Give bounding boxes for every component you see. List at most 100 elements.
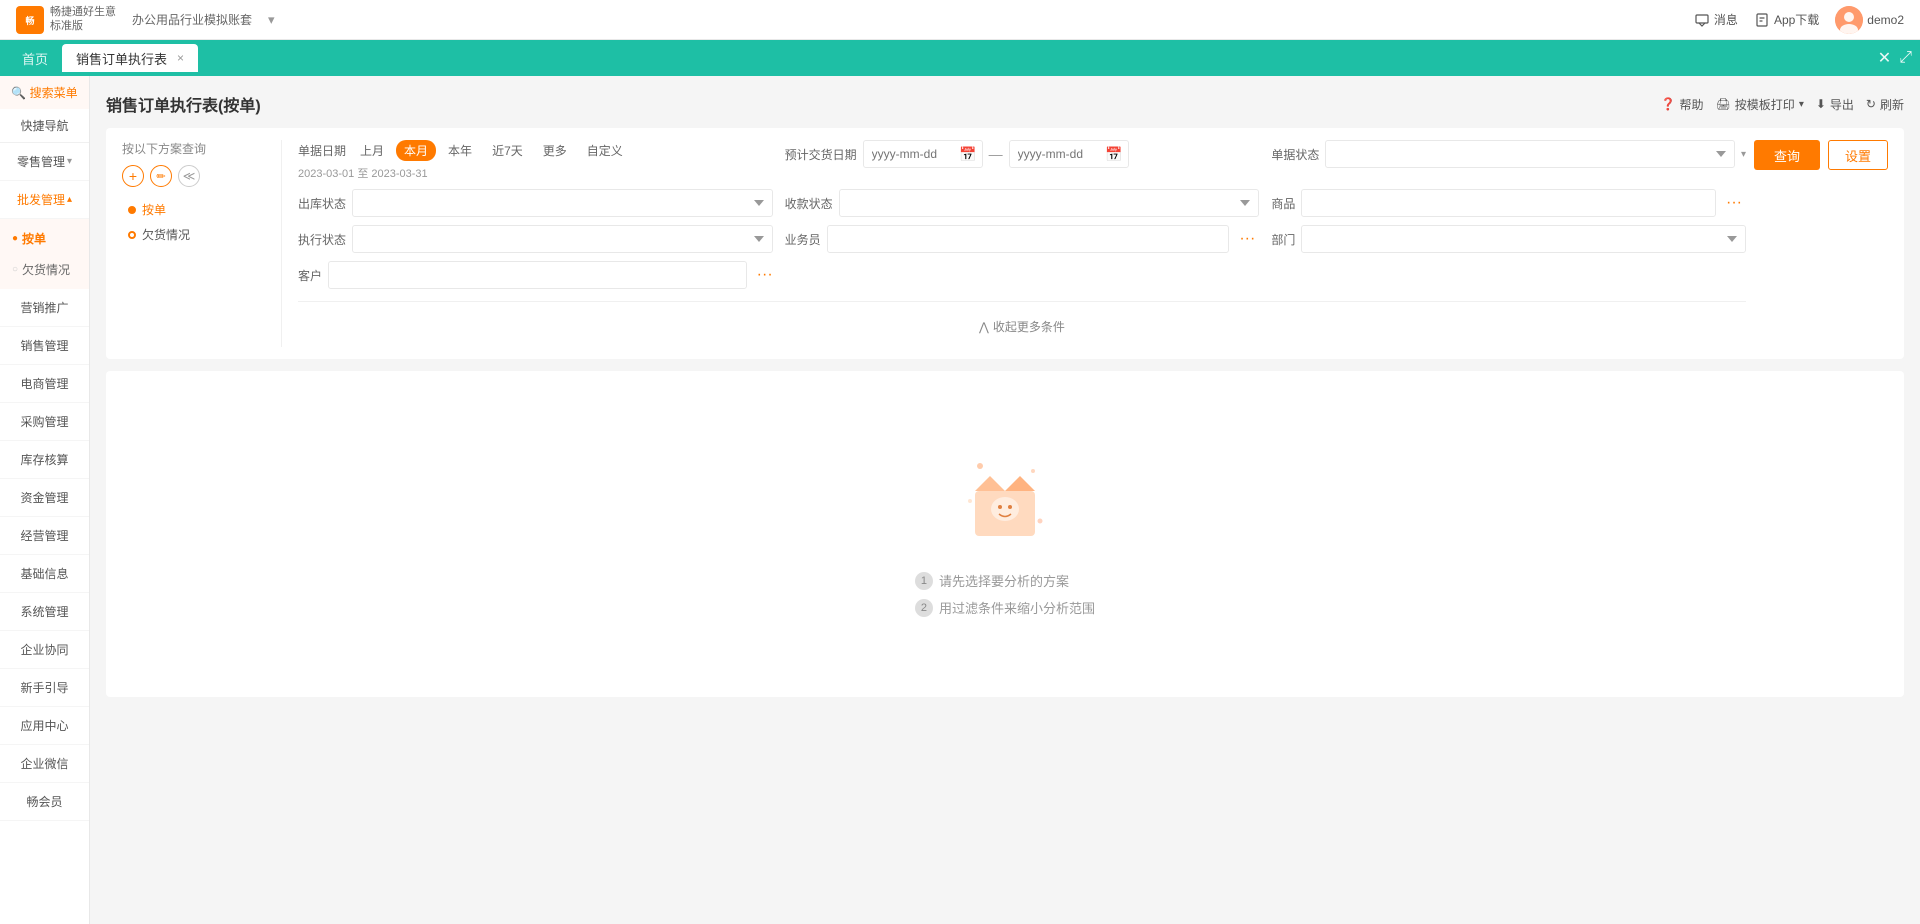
sidebar-item-marketing[interactable]: 营销推广: [0, 289, 89, 327]
scheme-option-backorder[interactable]: 欠货情况: [122, 222, 269, 247]
sub-sidebar: ● 按单 ○ 欠货情况: [0, 219, 89, 289]
tab-home[interactable]: 首页: [8, 44, 62, 72]
sidebar-item-inventory[interactable]: 库存核算: [0, 441, 89, 479]
expected-date-end-wrap: 📅: [1009, 140, 1129, 168]
page-actions: ❓ 帮助 🖨 按模板打印 ▾ ⬇ 导出 ↻ 刷新: [1661, 96, 1904, 113]
sidebar-item-wechat[interactable]: 企业微信: [0, 745, 89, 783]
goods-more-icon[interactable]: ···: [1722, 194, 1746, 212]
execution-select[interactable]: [352, 225, 773, 253]
status-select[interactable]: [1325, 140, 1735, 168]
goods-input[interactable]: [1301, 189, 1716, 217]
sidebar-item-member-label: 畅会员: [26, 795, 62, 809]
filter-scheme-sidebar: 按以下方案查询 + ✏ ≪ 按单 欠货情况: [122, 140, 282, 347]
tab-bar: 首页 销售订单执行表 × ✕ ⤢: [0, 40, 1920, 76]
calendar-start-icon[interactable]: 📅: [959, 146, 976, 163]
tab-close-icon[interactable]: ×: [177, 51, 184, 65]
salesperson-input[interactable]: [827, 225, 1230, 253]
sidebar-item-ecommerce[interactable]: 电商管理: [0, 365, 89, 403]
sidebar-item-basic[interactable]: 基础信息: [0, 555, 89, 593]
date-tab-current-month[interactable]: 本月: [396, 140, 436, 161]
sidebar-search[interactable]: 🔍 搜索菜单: [0, 76, 89, 109]
expected-date-start-wrap: 📅: [863, 140, 983, 168]
sidebar-item-apps[interactable]: 应用中心: [0, 707, 89, 745]
customer-input[interactable]: [328, 261, 747, 289]
scheme-option-backorder-label: 欠货情况: [142, 226, 190, 243]
logo-line1: 畅捷通好生意: [50, 6, 116, 19]
sidebar-item-enterprise[interactable]: 企业协同: [0, 631, 89, 669]
dropdown-icon[interactable]: ▾: [268, 12, 275, 28]
chevron-up-icon: ▴: [67, 194, 72, 205]
outbound-select[interactable]: [352, 189, 773, 217]
avatar: [1835, 6, 1863, 34]
collapse-scheme-btn[interactable]: ≪: [178, 165, 200, 187]
date-tab-7days[interactable]: 近7天: [484, 140, 531, 161]
sidebar-shortcut[interactable]: 快捷导航: [0, 109, 89, 142]
customer-more-icon[interactable]: ···: [753, 266, 777, 284]
calendar-end-icon[interactable]: 📅: [1105, 146, 1122, 163]
add-scheme-btn[interactable]: +: [122, 165, 144, 187]
empty-tip-1: 1 请先选择要分析的方案: [915, 571, 1095, 590]
sub-item-order[interactable]: ● 按单: [0, 223, 89, 254]
sidebar-item-purchase-label: 采购管理: [20, 415, 68, 429]
sidebar-item-system-label: 系统管理: [20, 605, 68, 619]
date-tab-year[interactable]: 本年: [440, 140, 480, 161]
sub-item-backorder[interactable]: ○ 欠货情况: [0, 254, 89, 285]
date-tab-custom[interactable]: 自定义: [579, 140, 631, 161]
payment-select[interactable]: [839, 189, 1260, 217]
sidebar-item-wholesale[interactable]: 批发管理 ▴: [0, 181, 89, 219]
logo-area: 畅 畅捷通好生意 标准版: [16, 6, 116, 34]
empty-tip-1-text: 请先选择要分析的方案: [939, 571, 1069, 590]
tab-expand-btn[interactable]: ⤢: [1899, 49, 1912, 67]
user-area[interactable]: demo2: [1835, 6, 1904, 34]
sidebar-item-retail[interactable]: 零售管理 ▾: [0, 143, 89, 181]
scheme-option-order[interactable]: 按单: [122, 197, 269, 222]
export-btn[interactable]: ⬇ 导出: [1816, 96, 1854, 113]
sidebar-item-system[interactable]: 系统管理: [0, 593, 89, 631]
sidebar-item-wholesale-label: 批发管理: [17, 191, 65, 208]
export-icon: ⬇: [1816, 97, 1826, 111]
print-dropdown-icon: ▾: [1799, 99, 1804, 110]
sidebar-item-member[interactable]: 畅会员: [0, 783, 89, 821]
query-button[interactable]: 查询: [1754, 140, 1820, 170]
help-btn[interactable]: ❓ 帮助: [1661, 96, 1704, 113]
date-range-display: 2023-03-01 至 2023-03-31: [298, 165, 773, 181]
expected-date-field: 预计交货日期 📅 —: [785, 140, 1260, 172]
help-icon: ❓: [1661, 97, 1676, 111]
date-label: 单据日期: [298, 142, 346, 159]
edit-scheme-btn[interactable]: ✏: [150, 165, 172, 187]
settings-button[interactable]: 设置: [1828, 140, 1888, 170]
sidebar-item-ecommerce-label: 电商管理: [20, 377, 68, 391]
status-field: 单据状态 ▾: [1271, 140, 1746, 168]
sidebar-item-onboarding-label: 新手引导: [20, 681, 68, 695]
outbound-field: 出库状态: [298, 189, 773, 217]
sidebar-item-onboarding[interactable]: 新手引导: [0, 669, 89, 707]
main-content: 销售订单执行表(按单) ❓ 帮助 🖨 按模板打印 ▾ ⬇ 导出 ↻ 刷新: [90, 76, 1920, 924]
collapse-btn[interactable]: ⋀ 收起更多条件: [979, 310, 1065, 335]
sidebar-item-enterprise-label: 企业协同: [20, 643, 68, 657]
radio-filled-icon: ●: [12, 233, 18, 244]
refresh-icon: ↻: [1866, 97, 1876, 111]
tab-current[interactable]: 销售订单执行表 ×: [62, 44, 198, 72]
message-action[interactable]: 消息: [1694, 11, 1738, 28]
date-tab-more[interactable]: 更多: [535, 140, 575, 161]
dept-select[interactable]: [1301, 225, 1746, 253]
sidebar-item-sales[interactable]: 销售管理: [0, 327, 89, 365]
collapse-icon: ⋀: [979, 320, 989, 334]
sidebar-item-basic-label: 基础信息: [20, 567, 68, 581]
expected-date-label: 预计交货日期: [785, 146, 857, 163]
refresh-btn[interactable]: ↻ 刷新: [1866, 96, 1904, 113]
layout: 🔍 搜索菜单 快捷导航 零售管理 ▾ 批发管理 ▴ ● 按单 ○ 欠货情况: [0, 76, 1920, 924]
empty-tip-2-text: 用过滤条件来缩小分析范围: [939, 598, 1095, 617]
salesperson-more-icon[interactable]: ···: [1235, 230, 1259, 248]
sidebar: 🔍 搜索菜单 快捷导航 零售管理 ▾ 批发管理 ▴ ● 按单 ○ 欠货情况: [0, 76, 90, 924]
date-tab-prev-month[interactable]: 上月: [352, 140, 392, 161]
tab-close-btn[interactable]: ✕: [1878, 48, 1891, 68]
print-btn[interactable]: 🖨 按模板打印 ▾: [1716, 96, 1804, 113]
search-menu-label: 搜索菜单: [30, 86, 78, 100]
sidebar-item-purchase[interactable]: 采购管理: [0, 403, 89, 441]
app-download-action[interactable]: App下载: [1754, 11, 1819, 28]
sidebar-item-finance[interactable]: 资金管理: [0, 479, 89, 517]
export-label: 导出: [1830, 96, 1854, 113]
refresh-label: 刷新: [1880, 96, 1904, 113]
sidebar-item-operations[interactable]: 经营管理: [0, 517, 89, 555]
